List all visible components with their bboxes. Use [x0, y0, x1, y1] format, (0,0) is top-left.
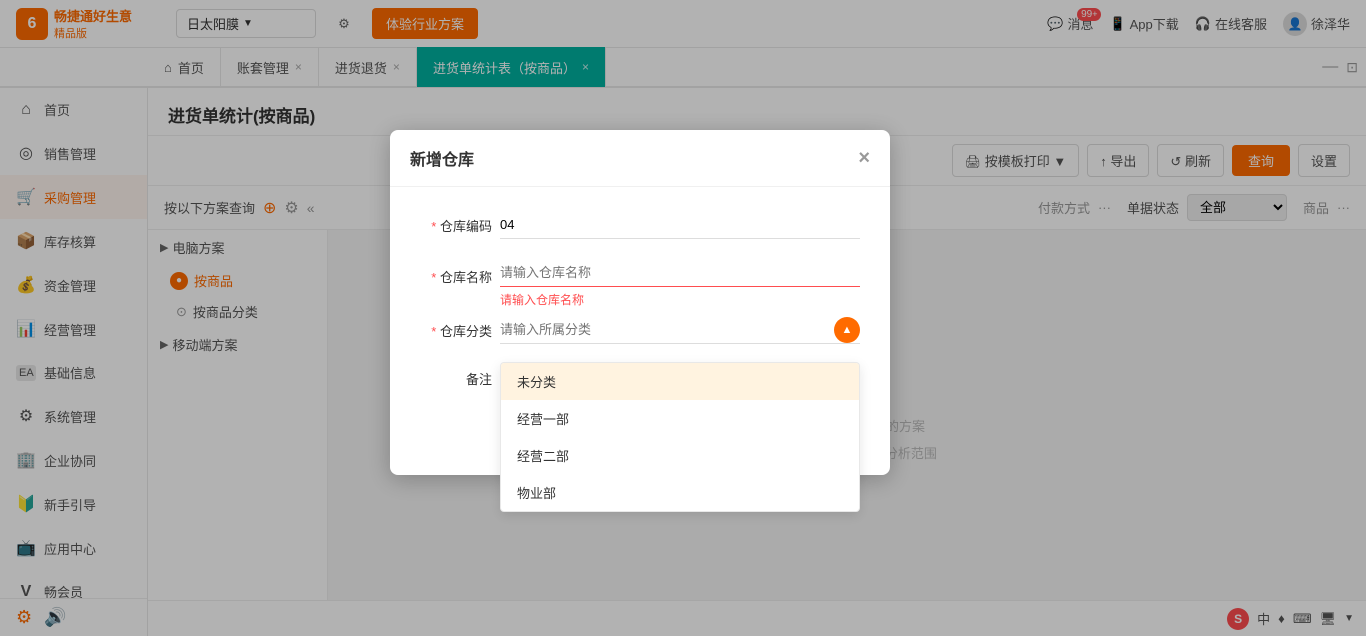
- name-required-star: *: [431, 270, 436, 285]
- category-field-row: * 仓库分类 ▲: [420, 316, 860, 344]
- category-input[interactable]: [500, 316, 860, 344]
- chevron-up-icon: ▲: [842, 324, 853, 336]
- name-label: * 仓库名称: [420, 259, 500, 286]
- code-input[interactable]: [500, 211, 860, 239]
- category-required-star: *: [431, 324, 436, 339]
- new-warehouse-dialog: 新增仓库 × * 仓库编码 * 仓库名称 请输入仓库名称 *: [390, 130, 890, 475]
- category-field-wrapper: ▲: [500, 316, 860, 344]
- notes-label: 备注: [420, 369, 500, 388]
- dropdown-item-uncategorized[interactable]: 未分类: [501, 363, 859, 400]
- dialog-header: 新增仓库 ×: [390, 130, 890, 187]
- category-label: * 仓库分类: [420, 321, 500, 340]
- dialog-close-button[interactable]: ×: [858, 147, 870, 170]
- dropdown-item-property[interactable]: 物业部: [501, 474, 859, 511]
- code-field-row: * 仓库编码: [420, 211, 860, 239]
- category-toggle-button[interactable]: ▲: [834, 317, 860, 343]
- name-field-row: * 仓库名称 请输入仓库名称: [420, 259, 860, 308]
- name-error-message: 请输入仓库名称: [500, 291, 860, 308]
- name-input[interactable]: [500, 259, 860, 287]
- code-required-star: *: [431, 219, 436, 234]
- code-label: * 仓库编码: [420, 216, 500, 235]
- name-field-wrapper: 请输入仓库名称: [500, 259, 860, 308]
- dialog-title: 新增仓库: [410, 146, 474, 170]
- dropdown-item-dept1[interactable]: 经营一部: [501, 400, 859, 437]
- category-dropdown: 未分类 经营一部 经营二部 物业部: [500, 362, 860, 512]
- dropdown-item-dept2[interactable]: 经营二部: [501, 437, 859, 474]
